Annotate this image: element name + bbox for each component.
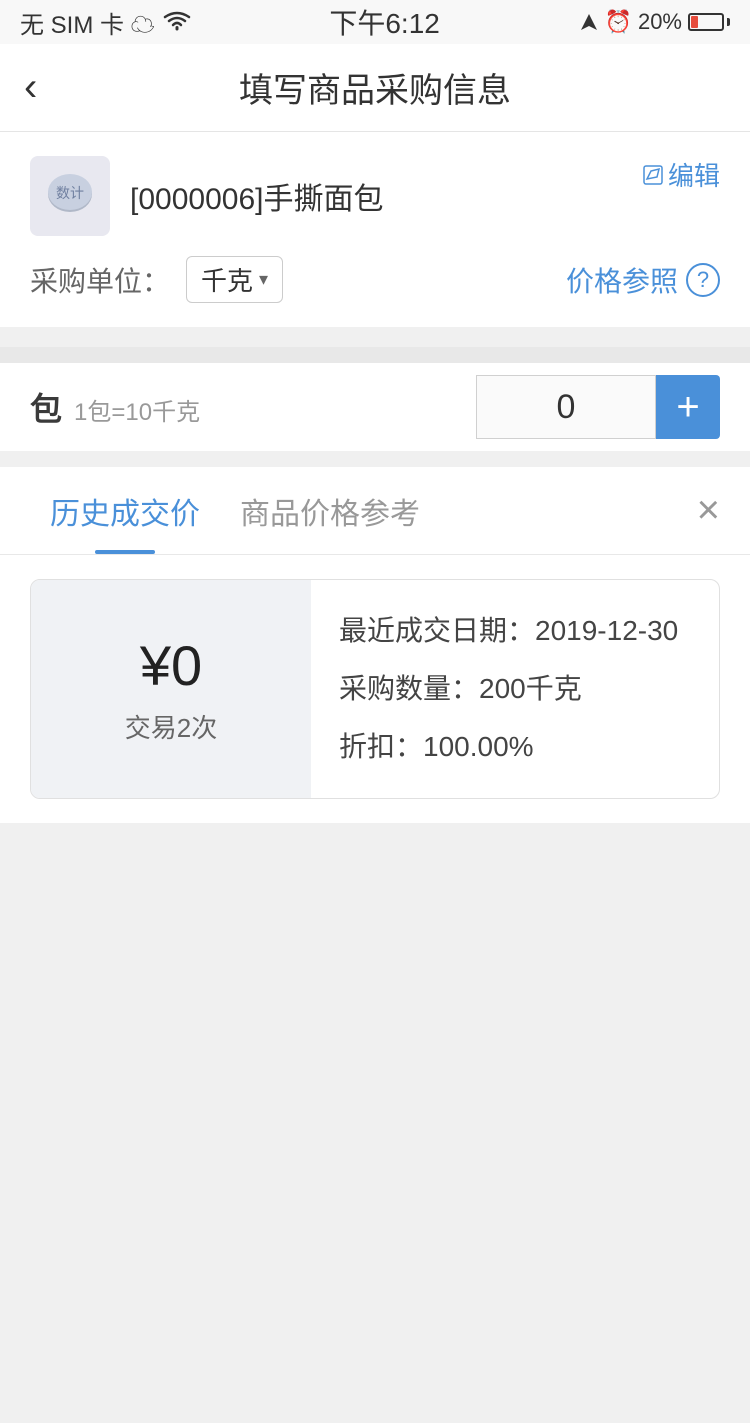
- page-background: [0, 823, 750, 1423]
- page-title: 填写商品采购信息: [239, 63, 511, 112]
- tab-panel: 历史成交价 商品价格参考 × ¥0 交易2次 最近成交日期：2019-12-30…: [0, 467, 750, 823]
- price-ref-icon: ?: [686, 263, 720, 297]
- status-bar: 无 SIM 卡 ☁ 下午6:12 ⏰ 20%: [0, 0, 750, 44]
- quantity-control: 0 +: [476, 375, 720, 439]
- card-price: ¥0: [140, 633, 202, 698]
- quantity-label: 包 1包=10千克: [30, 384, 200, 430]
- card-right: 最近成交日期：2019-12-30 采购数量：200千克 折扣：100.00%: [311, 580, 719, 798]
- battery-indicator: [688, 13, 730, 31]
- quantity-input[interactable]: 0: [476, 375, 656, 439]
- edit-label: 编辑: [668, 156, 720, 193]
- quantity-plus-button[interactable]: +: [656, 375, 720, 439]
- last-date-row: 最近成交日期：2019-12-30: [339, 610, 691, 652]
- product-image: 数计: [40, 166, 100, 226]
- card-left: ¥0 交易2次: [31, 580, 311, 798]
- purchase-qty-value: 200千克: [479, 673, 582, 704]
- status-left: 无 SIM 卡 ☁: [20, 5, 191, 40]
- tab-product-label: 商品价格参考: [240, 489, 420, 533]
- quantity-value: 0: [557, 388, 576, 427]
- qty-main-label: 包: [30, 384, 62, 430]
- price-ref-button[interactable]: 价格参照 ?: [566, 260, 720, 300]
- product-section: 数计 [0000006]手撕面包 编辑 采购单位： 千克 ▾ 价格参照 ?: [0, 132, 750, 327]
- product-header: 数计 [0000006]手撕面包 编辑: [30, 156, 720, 236]
- close-button[interactable]: ×: [697, 488, 720, 533]
- purchase-qty-label: 采购数量：: [339, 673, 479, 704]
- edit-button[interactable]: 编辑: [642, 156, 720, 193]
- unit-select[interactable]: 千克 ▾: [186, 256, 283, 303]
- wifi-icon: [163, 11, 191, 33]
- price-info-card: ¥0 交易2次 最近成交日期：2019-12-30 采购数量：200千克 折扣：…: [30, 579, 720, 799]
- battery-percent: 20%: [638, 9, 682, 35]
- product-unit-row: 采购单位： 千克 ▾ 价格参照 ?: [30, 256, 720, 303]
- price-ref-label: 价格参照: [566, 260, 678, 300]
- discount-row: 折扣：100.00%: [339, 726, 691, 768]
- section-divider: [0, 347, 750, 363]
- last-date-value: 2019-12-30: [535, 615, 678, 646]
- product-thumbnail: 数计: [30, 156, 110, 236]
- back-button[interactable]: ‹: [24, 65, 37, 110]
- discount-value: 100.00%: [423, 731, 534, 762]
- tab-product-price[interactable]: 商品价格参考: [220, 467, 440, 554]
- quantity-row: 包 1包=10千克 0 +: [0, 363, 750, 451]
- card-container: ¥0 交易2次 最近成交日期：2019-12-30 采购数量：200千克 折扣：…: [0, 555, 750, 823]
- tab-history-price[interactable]: 历史成交价: [30, 467, 220, 554]
- last-date-label: 最近成交日期：: [339, 615, 535, 646]
- tab-history-label: 历史成交价: [50, 489, 200, 533]
- purchase-qty-row: 采购数量：200千克: [339, 668, 691, 710]
- alarm-icon: ⏰: [605, 9, 632, 35]
- unit-value: 千克: [201, 261, 253, 298]
- card-trade-count: 交易2次: [125, 708, 217, 745]
- tab-header: 历史成交价 商品价格参考 ×: [0, 467, 750, 555]
- svg-text:数计: 数计: [56, 185, 84, 201]
- product-name: [0000006]手撕面包: [130, 174, 383, 218]
- location-icon: [579, 12, 599, 32]
- product-info: [0000006]手撕面包: [130, 174, 383, 218]
- discount-label: 折扣：: [339, 731, 423, 762]
- status-time: 下午6:12: [329, 2, 440, 42]
- edit-icon: [642, 164, 664, 186]
- sim-status: 无 SIM 卡 ☁: [20, 5, 155, 40]
- qty-sub-label: 1包=10千克: [74, 392, 200, 427]
- product-left: 数计 [0000006]手撕面包: [30, 156, 383, 236]
- chevron-down-icon: ▾: [259, 269, 268, 290]
- status-right: ⏰ 20%: [579, 9, 730, 35]
- unit-label: 采购单位：: [30, 260, 170, 300]
- nav-bar: ‹ 填写商品采购信息: [0, 44, 750, 132]
